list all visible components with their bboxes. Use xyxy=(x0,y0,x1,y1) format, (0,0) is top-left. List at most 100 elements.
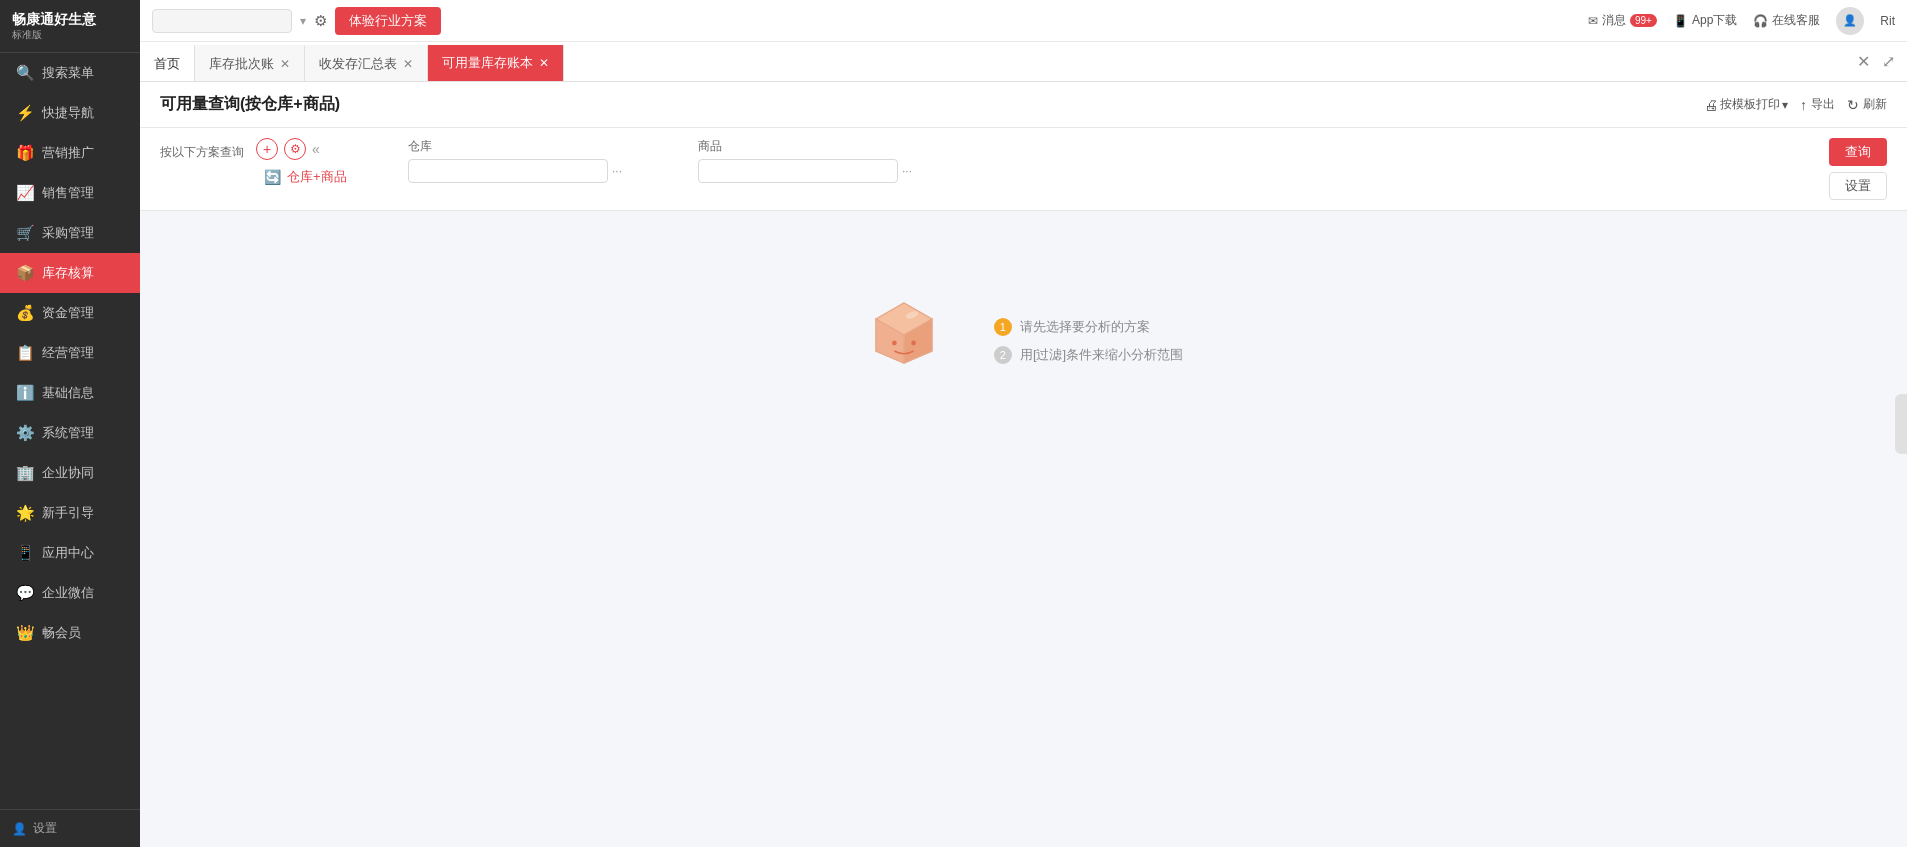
online-service-label: 在线客服 xyxy=(1772,12,1820,29)
tab-batch-ledger[interactable]: 库存批次账 ✕ xyxy=(195,45,305,81)
print-dropdown-icon: ▾ xyxy=(1782,98,1788,112)
gear-icon[interactable]: ⚙ xyxy=(314,12,327,30)
sidebar-bottom-text: 设置 xyxy=(33,820,57,837)
collapse-icon[interactable]: « xyxy=(312,141,320,157)
tab-batch-ledger-close[interactable]: ✕ xyxy=(280,57,290,71)
sidebar-label-wechat: 企业微信 xyxy=(42,584,94,602)
tab-receipt-summary-close[interactable]: ✕ xyxy=(403,57,413,71)
topbar-right: ✉ 消息 99+ 📱 App下载 🎧 在线客服 👤 Rit xyxy=(1588,7,1895,35)
message-btn[interactable]: ✉ 消息 99+ xyxy=(1588,12,1657,29)
wechat-icon: 💬 xyxy=(16,584,34,602)
message-badge: 99+ xyxy=(1630,14,1657,27)
message-icon: ✉ xyxy=(1588,14,1598,28)
sidebar: 畅康通好生意 标准版 🔍 搜索菜单 ⚡ 快捷导航 🎁 营销推广 📈 销售管理 🛒… xyxy=(0,0,140,847)
search-icon: 🔍 xyxy=(16,64,34,82)
scheme-actions: + ⚙ « xyxy=(256,138,396,160)
close-tab-icon[interactable]: ✕ xyxy=(1853,50,1874,73)
sidebar-bottom: 👤 设置 xyxy=(0,809,140,847)
tab-home[interactable]: 首页 xyxy=(140,45,195,81)
app-version: 标准版 xyxy=(12,28,128,42)
app-name: 畅康通好生意 xyxy=(12,10,128,28)
topbar: ▾ ⚙ 体验行业方案 ✉ 消息 99+ 📱 App下载 🎧 在线客服 👤 Rit xyxy=(140,0,1907,42)
sidebar-item-member[interactable]: 👑 畅会员 xyxy=(0,613,140,653)
print-btn[interactable]: 🖨 按模板打印 ▾ xyxy=(1704,96,1788,113)
sidebar-logo: 畅康通好生意 标准版 xyxy=(0,0,140,53)
industry-btn[interactable]: 体验行业方案 xyxy=(335,7,441,35)
scheme-item-label: 仓库+商品 xyxy=(287,168,347,186)
print-label: 按模板打印 xyxy=(1720,96,1780,113)
sidebar-label-system: 系统管理 xyxy=(42,424,94,442)
svg-point-4 xyxy=(892,341,897,346)
tab-available-ledger[interactable]: 可用量库存账本 ✕ xyxy=(428,45,564,81)
avatar: 👤 xyxy=(1836,7,1864,35)
tab-batch-ledger-label: 库存批次账 xyxy=(209,55,274,73)
sidebar-item-app-center[interactable]: 📱 应用中心 xyxy=(0,533,140,573)
product-more-btn[interactable]: ··· xyxy=(902,164,912,178)
app-icon: 📱 xyxy=(16,544,34,562)
product-input-row: ··· xyxy=(698,159,978,183)
query-button[interactable]: 查询 xyxy=(1829,138,1887,166)
warehouse-more-btn[interactable]: ··· xyxy=(612,164,622,178)
filter-scheme: + ⚙ « 🔄 仓库+商品 xyxy=(256,138,396,190)
sidebar-item-enterprise[interactable]: 🏢 企业协同 xyxy=(0,453,140,493)
system-icon: ⚙️ xyxy=(16,424,34,442)
sidebar-item-system[interactable]: ⚙️ 系统管理 xyxy=(0,413,140,453)
sidebar-label-newbie: 新手引导 xyxy=(42,504,94,522)
sidebar-item-wechat[interactable]: 💬 企业微信 xyxy=(0,573,140,613)
content-area: 可用量查询(按仓库+商品) 🖨 按模板打印 ▾ ↑ 导出 ↻ 刷新 按以下方案 xyxy=(140,82,1907,847)
headset-icon: 🎧 xyxy=(1753,14,1768,28)
sidebar-item-inventory[interactable]: 📦 库存核算 xyxy=(0,253,140,293)
tab-home-label: 首页 xyxy=(154,55,180,73)
scheme-item-warehouse-product[interactable]: 🔄 仓库+商品 xyxy=(256,164,396,190)
sidebar-item-finance[interactable]: 💰 资金管理 xyxy=(0,293,140,333)
tab-available-ledger-close[interactable]: ✕ xyxy=(539,56,549,70)
sidebar-label-search: 搜索菜单 xyxy=(42,64,94,82)
print-icon: 🖨 xyxy=(1704,97,1718,113)
tabs-bar-actions: ✕ ⤢ xyxy=(1853,42,1907,81)
app-download-btn[interactable]: 📱 App下载 xyxy=(1673,12,1737,29)
filter-field-warehouse: 仓库 ··· xyxy=(408,138,688,183)
filter-field-product: 商品 ··· xyxy=(698,138,978,183)
refresh-btn[interactable]: ↻ 刷新 xyxy=(1847,96,1887,113)
inventory-icon: 📦 xyxy=(16,264,34,282)
tab-receipt-summary[interactable]: 收发存汇总表 ✕ xyxy=(305,45,428,81)
export-btn[interactable]: ↑ 导出 xyxy=(1800,96,1835,113)
online-service-btn[interactable]: 🎧 在线客服 xyxy=(1753,12,1820,29)
settings-button[interactable]: 设置 xyxy=(1829,172,1887,200)
sidebar-item-basic-info[interactable]: ℹ️ 基础信息 xyxy=(0,373,140,413)
member-icon: 👑 xyxy=(16,624,34,642)
sidebar-item-newbie[interactable]: 🌟 新手引导 xyxy=(0,493,140,533)
product-input[interactable] xyxy=(698,159,898,183)
sidebar-item-sales[interactable]: 📈 销售管理 xyxy=(0,173,140,213)
export-label: 导出 xyxy=(1811,96,1835,113)
empty-state: 1 请先选择要分析的方案 2 用[过滤]条件来缩小分析范围 xyxy=(140,211,1907,471)
sidebar-item-marketing[interactable]: 🎁 营销推广 xyxy=(0,133,140,173)
cart-icon: 🛒 xyxy=(16,224,34,242)
gift-icon: 🎁 xyxy=(16,144,34,162)
shortcut-icon: ⚡ xyxy=(16,104,34,122)
username-label: Rit xyxy=(1880,14,1895,28)
warehouse-label: 仓库 xyxy=(408,138,688,155)
warehouse-input[interactable] xyxy=(408,159,608,183)
sidebar-label-shortcut: 快捷导航 xyxy=(42,104,94,122)
message-label: 消息 xyxy=(1602,12,1626,29)
sidebar-item-purchase[interactable]: 🛒 采购管理 xyxy=(0,213,140,253)
filter-panel: 按以下方案查询 + ⚙ « 🔄 仓库+商品 仓库 ·· xyxy=(140,128,1907,211)
main-area: ▾ ⚙ 体验行业方案 ✉ 消息 99+ 📱 App下载 🎧 在线客服 👤 Rit xyxy=(140,0,1907,847)
sidebar-label-purchase: 采购管理 xyxy=(42,224,94,242)
chevron-down-icon[interactable]: ▾ xyxy=(300,14,306,28)
phone-icon: 📱 xyxy=(1673,14,1688,28)
sidebar-item-search[interactable]: 🔍 搜索菜单 xyxy=(0,53,140,93)
cube-svg xyxy=(864,291,944,371)
tabs-bar: 首页 库存批次账 ✕ 收发存汇总表 ✕ 可用量库存账本 ✕ ✕ ⤢ xyxy=(140,42,1907,82)
sidebar-item-operations[interactable]: 📋 经营管理 xyxy=(0,333,140,373)
page-header: 可用量查询(按仓库+商品) 🖨 按模板打印 ▾ ↑ 导出 ↻ 刷新 xyxy=(140,82,1907,128)
sidebar-label-inventory: 库存核算 xyxy=(42,264,94,282)
add-scheme-btn[interactable]: + xyxy=(256,138,278,160)
sidebar-item-shortcut[interactable]: ⚡ 快捷导航 xyxy=(0,93,140,133)
tab-available-ledger-label: 可用量库存账本 xyxy=(442,54,533,72)
expand-icon[interactable]: ⤢ xyxy=(1878,50,1899,73)
manage-scheme-btn[interactable]: ⚙ xyxy=(284,138,306,160)
topbar-search-input[interactable] xyxy=(152,9,292,33)
hint-row-1: 1 请先选择要分析的方案 xyxy=(994,318,1183,336)
